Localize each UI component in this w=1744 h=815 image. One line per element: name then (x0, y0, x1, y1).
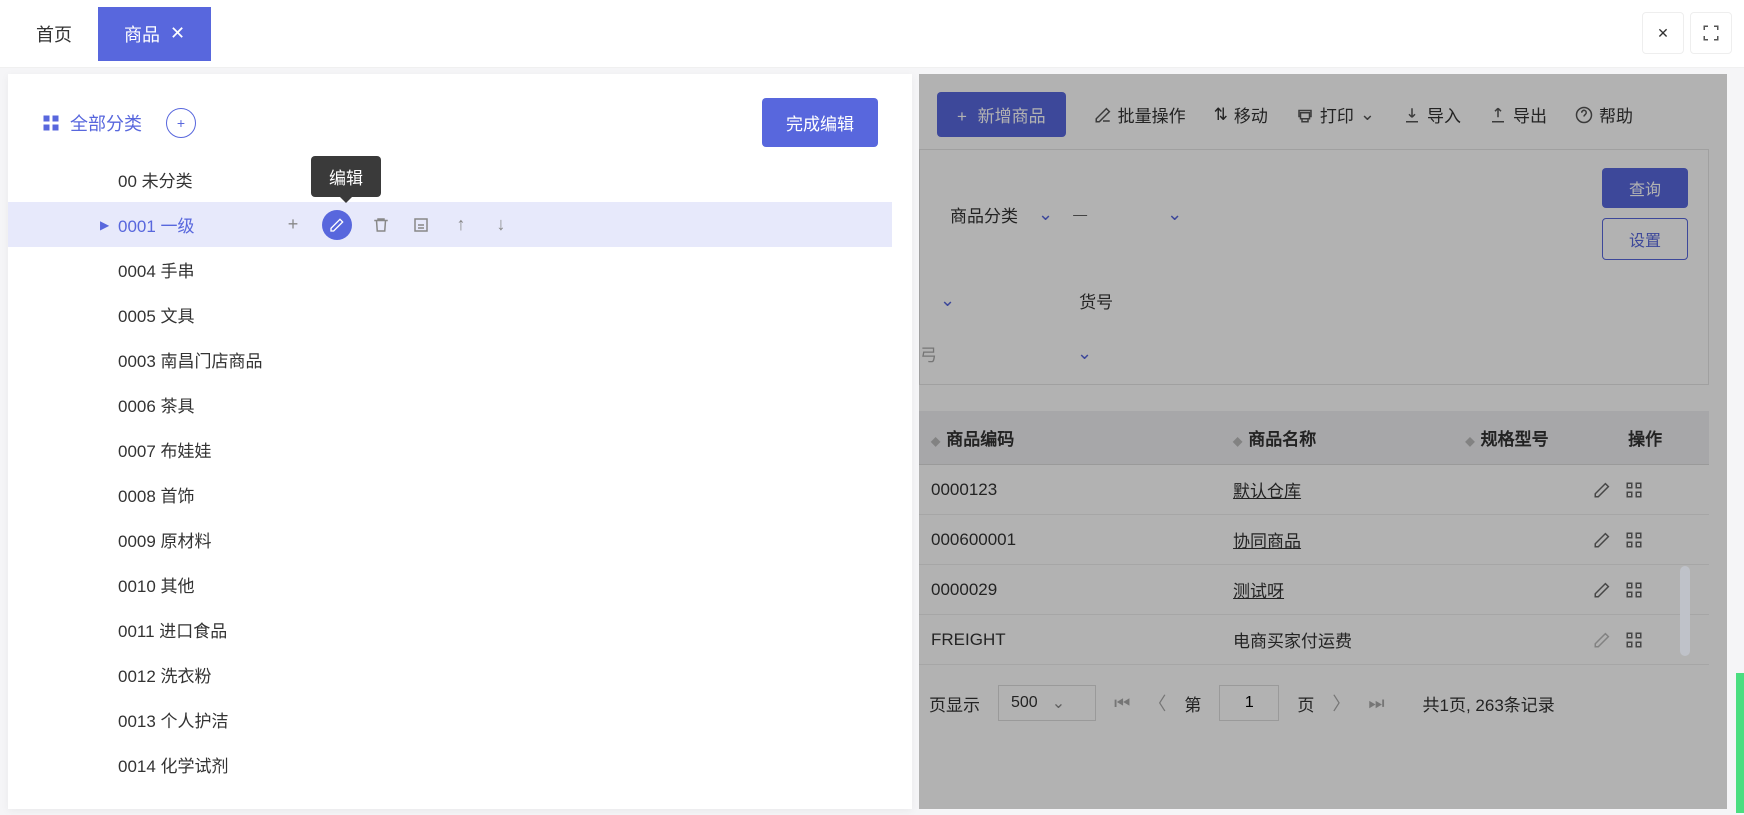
scroll-indicator (1736, 673, 1744, 813)
scrollbar[interactable] (1680, 566, 1690, 656)
top-tabs: 首页 商品 ✕ ✕ (0, 0, 1744, 68)
category-item[interactable]: 0013 个人护洁 (8, 697, 892, 742)
add-child-button[interactable]: + (282, 214, 304, 236)
move-down-button[interactable]: ↓ (490, 214, 512, 236)
category-item-label: 0007 布娃娃 (118, 437, 212, 462)
delete-button[interactable] (370, 214, 392, 236)
category-item[interactable]: 00 未分类 (8, 157, 892, 202)
category-item[interactable]: 0004 手串 (8, 247, 892, 292)
category-item-label: 0008 首饰 (118, 482, 195, 507)
category-item[interactable]: ▶ 0001 一级 + ↑ ↓ (8, 202, 892, 247)
category-item-label: 0005 文具 (118, 302, 195, 327)
tab-home[interactable]: 首页 (10, 7, 98, 61)
category-item-label: 0009 原材料 (118, 527, 212, 552)
category-list[interactable]: 00 未分类 ▶ 0001 一级 + ↑ ↓ 0004 手串 0005 文具 0003 南昌门店… (8, 157, 912, 797)
category-item-label: 0013 个人护洁 (118, 707, 229, 732)
finish-edit-label: 完成编辑 (786, 115, 854, 134)
category-item[interactable]: 0009 原材料 (8, 517, 892, 562)
move-up-button[interactable]: ↑ (450, 214, 472, 236)
archive-button[interactable] (410, 214, 432, 236)
tooltip-label: 编辑 (329, 169, 363, 188)
fullscreen-button[interactable] (1690, 12, 1732, 54)
category-item[interactable]: 0011 进口食品 (8, 607, 892, 652)
row-actions: + ↑ ↓ (282, 210, 512, 240)
category-item[interactable]: 0006 茶具 (8, 382, 892, 427)
close-icon[interactable]: ✕ (170, 23, 185, 44)
category-panel: 全部分类 + 完成编辑 00 未分类 ▶ 0001 一级 + ↑ ↓ 0004 手串 0005… (8, 74, 912, 809)
category-item-label: 0011 进口食品 (118, 617, 227, 642)
category-item-label: 0012 洗衣粉 (118, 662, 212, 687)
category-header: 全部分类 + 完成编辑 (8, 74, 912, 157)
category-item-label: 0010 其他 (118, 572, 195, 597)
plus-icon: + (177, 115, 185, 131)
category-item-label: 0003 南昌门店商品 (118, 347, 263, 372)
edit-button[interactable] (322, 210, 352, 240)
category-item[interactable]: 0003 南昌门店商品 (8, 337, 892, 382)
grid-icon (42, 114, 60, 132)
finish-edit-button[interactable]: 完成编辑 (762, 98, 878, 147)
category-item-label: 0004 手串 (118, 257, 195, 282)
category-item-label: 0001 一级 (118, 212, 195, 237)
tab-home-label: 首页 (36, 21, 72, 47)
category-item-label: 0014 化学试剂 (118, 752, 229, 777)
add-category-button[interactable]: + (166, 108, 196, 138)
category-item-label: 0006 茶具 (118, 392, 195, 417)
tooltip: 编辑 (311, 156, 381, 197)
all-categories-link[interactable]: 全部分类 (42, 110, 142, 136)
category-item[interactable]: 0014 化学试剂 (8, 742, 892, 787)
close-icon: ✕ (1657, 25, 1669, 42)
category-item[interactable]: 0007 布娃娃 (8, 427, 892, 472)
close-all-button[interactable]: ✕ (1642, 12, 1684, 54)
dim-overlay (919, 74, 1727, 809)
category-item[interactable]: 0005 文具 (8, 292, 892, 337)
category-item[interactable]: 0010 其他 (8, 562, 892, 607)
category-item[interactable]: 0012 洗衣粉 (8, 652, 892, 697)
all-categories-label: 全部分类 (70, 110, 142, 136)
category-item[interactable]: 0008 首饰 (8, 472, 892, 517)
tab-product[interactable]: 商品 ✕ (98, 7, 211, 61)
caret-icon: ▶ (100, 218, 109, 232)
category-item-label: 00 未分类 (118, 167, 193, 192)
fullscreen-icon (1702, 24, 1720, 42)
tab-product-label: 商品 (124, 21, 160, 47)
